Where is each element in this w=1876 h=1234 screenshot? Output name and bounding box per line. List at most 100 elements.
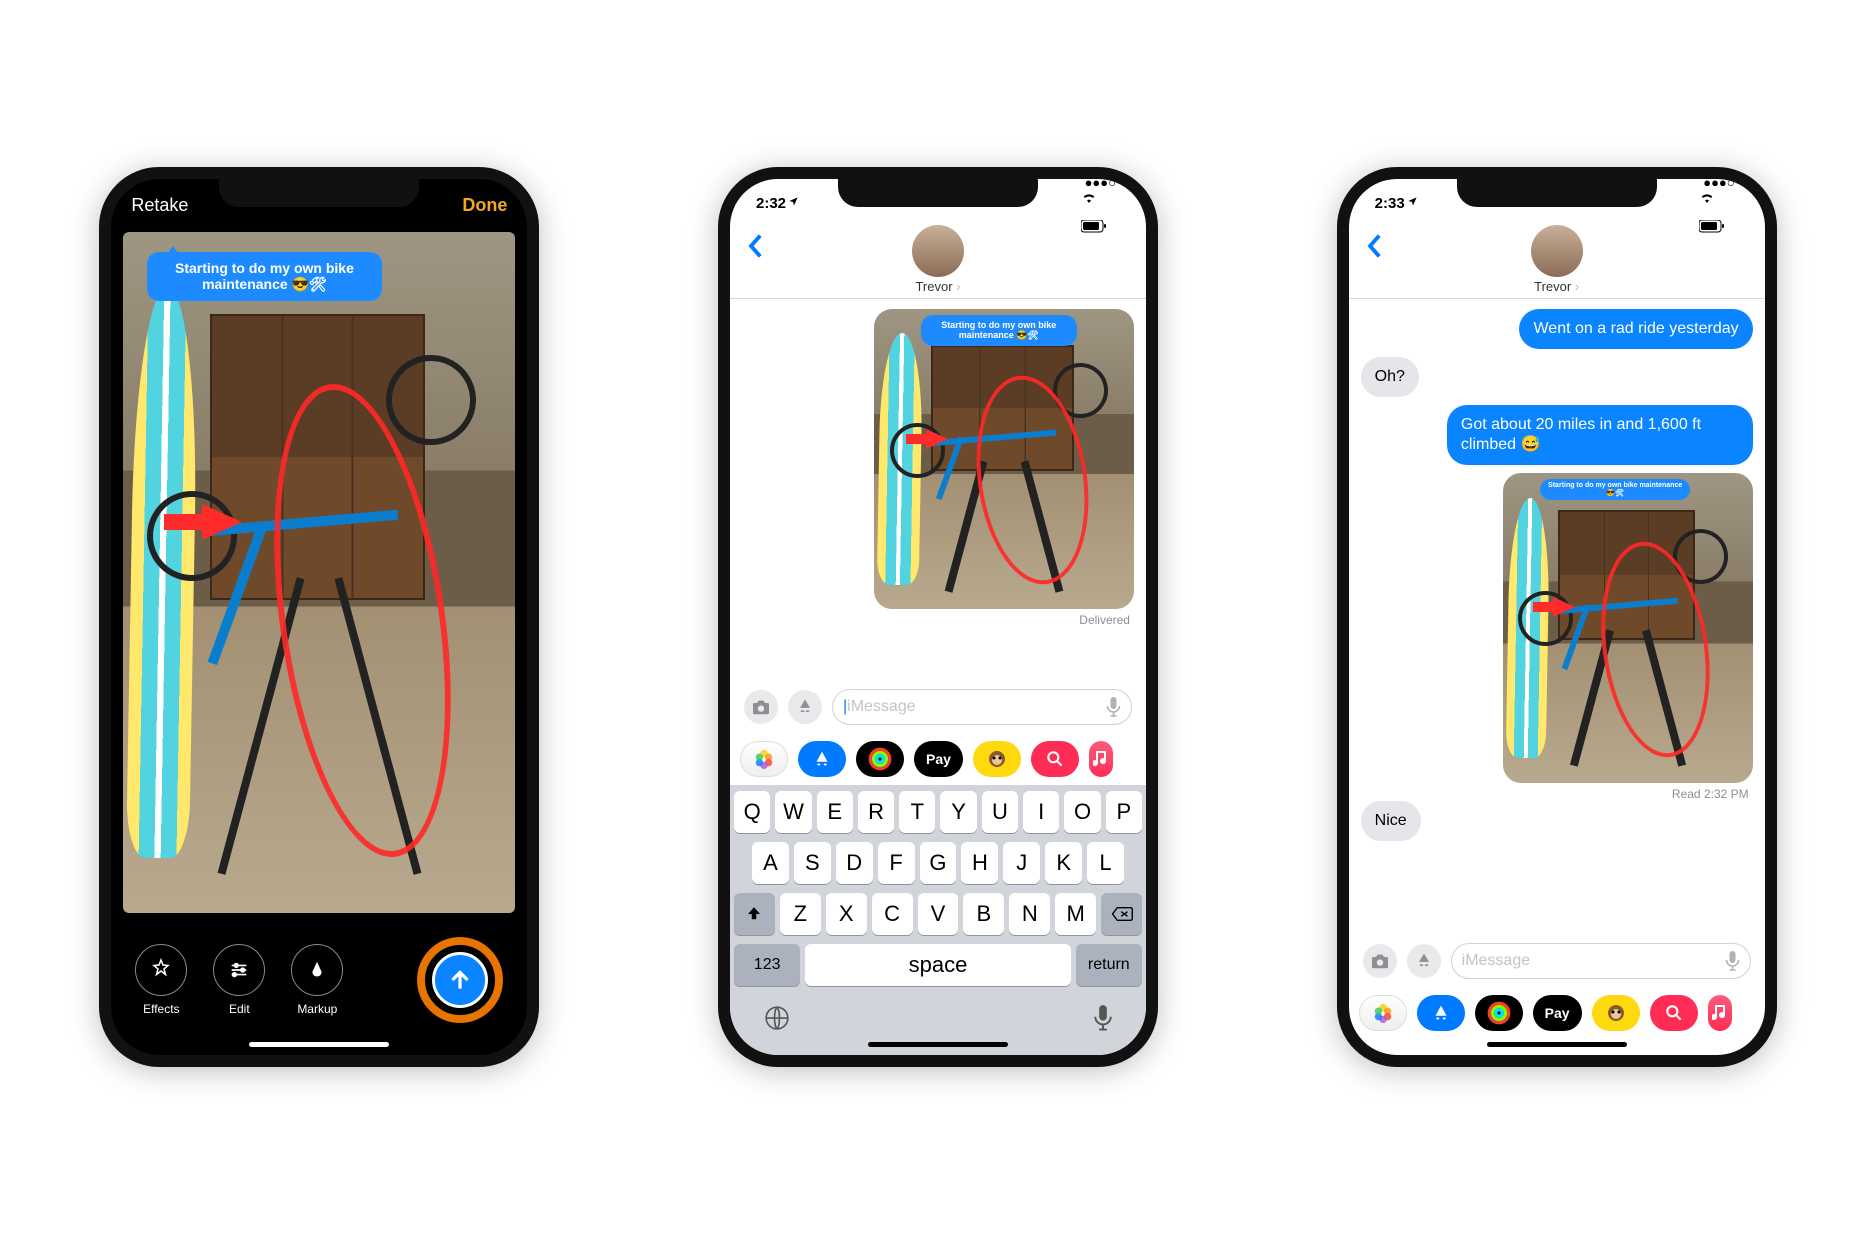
key-r[interactable]: R bbox=[858, 791, 894, 833]
message-input-row: iMessage bbox=[1349, 935, 1765, 987]
location-icon bbox=[788, 196, 799, 207]
back-button[interactable] bbox=[746, 233, 764, 259]
app-strip[interactable]: Pay bbox=[730, 733, 1146, 785]
photos-app-button[interactable] bbox=[740, 741, 788, 777]
activity-rings-icon bbox=[867, 746, 893, 772]
photos-app-button[interactable] bbox=[1359, 995, 1407, 1031]
images-search-button[interactable] bbox=[1650, 995, 1698, 1031]
contact-avatar[interactable] bbox=[912, 225, 964, 277]
wifi-icon bbox=[1081, 191, 1120, 203]
retake-button[interactable]: Retake bbox=[131, 195, 188, 216]
key-v[interactable]: V bbox=[918, 893, 959, 935]
edit-label: Edit bbox=[229, 1002, 250, 1016]
apple-pay-button[interactable]: Pay bbox=[1533, 995, 1582, 1031]
sent-message[interactable]: Got about 20 miles in and 1,600 ft climb… bbox=[1447, 405, 1753, 465]
images-search-button[interactable] bbox=[1031, 741, 1079, 777]
apple-pay-button[interactable]: Pay bbox=[914, 741, 963, 777]
key-d[interactable]: D bbox=[836, 842, 873, 884]
key-h[interactable]: H bbox=[961, 842, 998, 884]
key-m[interactable]: M bbox=[1055, 893, 1096, 935]
dictation-button[interactable] bbox=[1106, 697, 1121, 717]
home-indicator[interactable] bbox=[249, 1042, 389, 1047]
key-z[interactable]: Z bbox=[780, 893, 821, 935]
message-input[interactable]: |iMessage bbox=[832, 689, 1132, 725]
key-l[interactable]: L bbox=[1087, 842, 1124, 884]
message-thread[interactable]: Went on a rad ride yesterday Oh? Got abo… bbox=[1349, 299, 1765, 935]
photo-caption-bubble[interactable]: Starting to do my own bike maintenance 😎… bbox=[147, 252, 382, 301]
key-e[interactable]: E bbox=[817, 791, 853, 833]
done-button[interactable]: Done bbox=[462, 195, 507, 216]
message-placeholder: iMessage bbox=[847, 698, 915, 716]
shift-icon bbox=[745, 905, 763, 923]
animoji-button[interactable] bbox=[1592, 995, 1640, 1031]
dictation-button[interactable] bbox=[1725, 951, 1740, 971]
keyboard-row-3: Z X C V B N M bbox=[734, 893, 1142, 935]
camera-button[interactable] bbox=[1363, 944, 1397, 978]
activity-app-button[interactable] bbox=[1475, 995, 1523, 1031]
back-button[interactable] bbox=[1365, 233, 1383, 259]
app-store-button[interactable] bbox=[1417, 995, 1465, 1031]
keyboard-row-4: 123 space return bbox=[734, 944, 1142, 986]
app-drawer-button[interactable] bbox=[788, 690, 822, 724]
key-n[interactable]: N bbox=[1009, 893, 1050, 935]
home-indicator[interactable] bbox=[868, 1042, 1008, 1047]
key-s[interactable]: S bbox=[794, 842, 831, 884]
app-drawer-button[interactable] bbox=[1407, 944, 1441, 978]
key-q[interactable]: Q bbox=[734, 791, 770, 833]
music-app-button[interactable] bbox=[1708, 995, 1732, 1031]
photo-preview[interactable]: Starting to do my own bike maintenance 😎… bbox=[123, 232, 515, 913]
search-icon bbox=[1045, 749, 1065, 769]
photo-caption-text: Starting to do my own bike maintenance 😎… bbox=[175, 260, 354, 292]
key-t[interactable]: T bbox=[899, 791, 935, 833]
key-shift[interactable] bbox=[734, 893, 775, 935]
contact-name[interactable]: Trevor › bbox=[1534, 279, 1579, 294]
globe-icon bbox=[764, 1005, 790, 1031]
app-store-button[interactable] bbox=[798, 741, 846, 777]
contact-avatar[interactable] bbox=[1531, 225, 1583, 277]
music-note-icon bbox=[1093, 749, 1109, 769]
activity-app-button[interactable] bbox=[856, 741, 904, 777]
key-a[interactable]: A bbox=[752, 842, 789, 884]
send-button[interactable] bbox=[432, 952, 488, 1008]
contact-name[interactable]: Trevor › bbox=[915, 279, 960, 294]
animoji-button[interactable] bbox=[973, 741, 1021, 777]
key-space[interactable]: space bbox=[805, 944, 1070, 986]
message-thread[interactable]: Starting to do my own bike maintenance 😎… bbox=[730, 299, 1146, 681]
message-input[interactable]: iMessage bbox=[1451, 943, 1751, 979]
key-i[interactable]: I bbox=[1023, 791, 1059, 833]
key-numbers[interactable]: 123 bbox=[734, 944, 800, 986]
home-indicator[interactable] bbox=[1487, 1042, 1627, 1047]
key-g[interactable]: G bbox=[920, 842, 957, 884]
key-c[interactable]: C bbox=[872, 893, 913, 935]
photo-caption-text: Starting to do my own bike maintenance 😎… bbox=[1548, 482, 1682, 497]
key-u[interactable]: U bbox=[982, 791, 1018, 833]
key-b[interactable]: B bbox=[963, 893, 1004, 935]
photo-thumbnail: Starting to do my own bike maintenance 😎… bbox=[874, 309, 1134, 609]
keyboard[interactable]: Q W E R T Y U I O P A S D F G H J K L Z bbox=[730, 785, 1146, 1055]
send-button-highlight bbox=[417, 937, 503, 1023]
effects-button[interactable]: Effects bbox=[135, 944, 187, 1016]
emoji-keyboard-button[interactable] bbox=[764, 1005, 790, 1031]
received-message[interactable]: Oh? bbox=[1361, 357, 1419, 397]
camera-button[interactable] bbox=[744, 690, 778, 724]
phone-messages-keyboard: 2:32 ●●●○ Trevor › bbox=[718, 167, 1158, 1067]
key-k[interactable]: K bbox=[1045, 842, 1082, 884]
key-p[interactable]: P bbox=[1106, 791, 1142, 833]
sent-message[interactable]: Went on a rad ride yesterday bbox=[1519, 309, 1752, 349]
key-delete[interactable] bbox=[1101, 893, 1142, 935]
dictation-keyboard-button[interactable] bbox=[1094, 1005, 1112, 1031]
photo-thumbnail: Starting to do my own bike maintenance 😎… bbox=[1503, 473, 1753, 783]
key-f[interactable]: F bbox=[878, 842, 915, 884]
key-j[interactable]: J bbox=[1003, 842, 1040, 884]
key-y[interactable]: Y bbox=[940, 791, 976, 833]
sent-photo-message[interactable]: Starting to do my own bike maintenance 😎… bbox=[1503, 473, 1753, 783]
sent-photo-message[interactable]: Starting to do my own bike maintenance 😎… bbox=[874, 309, 1134, 609]
markup-button[interactable]: Markup bbox=[291, 944, 343, 1016]
received-message[interactable]: Nice bbox=[1361, 801, 1421, 841]
music-app-button[interactable] bbox=[1089, 741, 1113, 777]
edit-button[interactable]: Edit bbox=[213, 944, 265, 1016]
key-o[interactable]: O bbox=[1064, 791, 1100, 833]
key-return[interactable]: return bbox=[1076, 944, 1142, 986]
key-x[interactable]: X bbox=[826, 893, 867, 935]
key-w[interactable]: W bbox=[775, 791, 811, 833]
